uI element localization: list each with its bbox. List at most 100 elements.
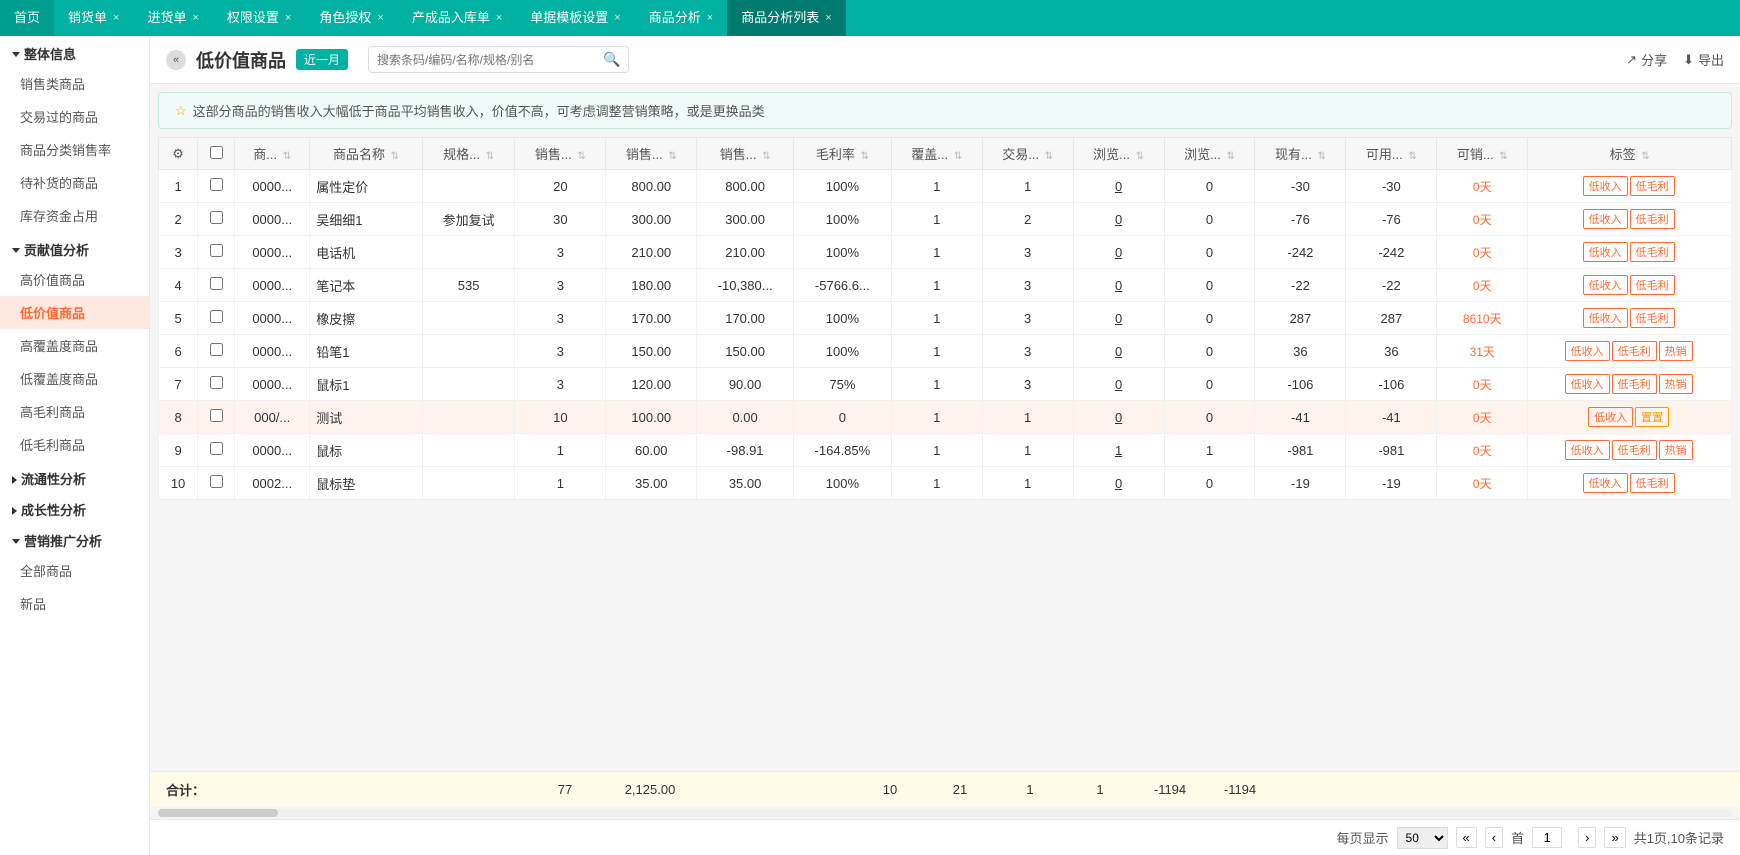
browse-link[interactable]: 0 (1115, 377, 1122, 392)
cell-check[interactable] (198, 335, 235, 368)
browse-link[interactable]: 0 (1115, 344, 1122, 359)
browse-link[interactable]: 0 (1115, 476, 1122, 491)
col-tag[interactable]: 标签 ⇅ (1528, 138, 1732, 170)
cell-check[interactable] (198, 203, 235, 236)
cell-check[interactable] (198, 467, 235, 500)
cell-check[interactable] (198, 434, 235, 467)
sidebar-item-sales-products[interactable]: 销售类商品 (0, 67, 149, 100)
cell-check[interactable] (198, 302, 235, 335)
browse-link[interactable]: 0 (1115, 179, 1122, 194)
cell-browse1[interactable]: 0 (1073, 335, 1164, 368)
row-checkbox[interactable] (210, 310, 223, 323)
nav-permission[interactable]: 权限设置 × (213, 0, 305, 36)
nav-sales-order[interactable]: 销货单 × (54, 0, 133, 36)
sidebar-item-restock-needed[interactable]: 待补货的商品 (0, 166, 149, 199)
sidebar-group-circulation[interactable]: 流通性分析 (0, 461, 149, 492)
nav-purchase-order[interactable]: 进货单 × (133, 0, 212, 36)
col-code[interactable]: 商... ⇅ (235, 138, 310, 170)
col-sale-amt[interactable]: 销售... ⇅ (606, 138, 697, 170)
col-available[interactable]: 可用... ⇅ (1346, 138, 1437, 170)
browse-link[interactable]: 1 (1115, 443, 1122, 458)
search-input[interactable] (377, 53, 597, 67)
close-icon[interactable]: × (192, 0, 198, 36)
col-trade[interactable]: 交易... ⇅ (982, 138, 1073, 170)
first-page-button[interactable]: « (1456, 827, 1477, 848)
row-checkbox[interactable] (210, 376, 223, 389)
cell-check[interactable] (198, 170, 235, 203)
col-sale-profit[interactable]: 销售... ⇅ (697, 138, 794, 170)
table-container[interactable]: ⚙ 商... ⇅ 商品名称 ⇅ 规格... ⇅ 销售... ⇅ 销售... ⇅ … (150, 137, 1740, 771)
last-page-button[interactable]: » (1604, 827, 1625, 848)
sidebar-item-traded-products[interactable]: 交易过的商品 (0, 100, 149, 133)
sidebar-group-contribution[interactable]: 贡献值分析 (0, 232, 149, 263)
select-all-checkbox[interactable] (210, 146, 223, 159)
row-checkbox[interactable] (210, 178, 223, 191)
sidebar-item-all-products[interactable]: 全部商品 (0, 554, 149, 587)
close-icon[interactable]: × (825, 0, 831, 36)
close-icon[interactable]: × (377, 0, 383, 36)
col-gross-rate[interactable]: 毛利率 ⇅ (793, 138, 891, 170)
sidebar-item-low-value[interactable]: 低价值商品 (0, 296, 149, 329)
row-checkbox[interactable] (210, 277, 223, 290)
sidebar-group-marketing[interactable]: 营销推广分析 (0, 523, 149, 554)
cell-browse1[interactable]: 0 (1073, 368, 1164, 401)
row-checkbox[interactable] (210, 211, 223, 224)
sidebar-group-growth[interactable]: 成长性分析 (0, 492, 149, 523)
sidebar-item-new-products[interactable]: 新品 (0, 587, 149, 620)
nav-role-auth[interactable]: 角色授权 × (305, 0, 397, 36)
col-cover[interactable]: 覆盖... ⇅ (891, 138, 982, 170)
share-button[interactable]: ↗ 分享 (1626, 50, 1667, 69)
close-icon[interactable]: × (614, 0, 620, 36)
nav-product-analysis[interactable]: 商品分析 × (635, 0, 727, 36)
col-settings[interactable]: ⚙ (159, 138, 198, 170)
cell-check[interactable] (198, 368, 235, 401)
col-saleable[interactable]: 可销... ⇅ (1437, 138, 1528, 170)
export-button[interactable]: ⬇ 导出 (1683, 50, 1724, 69)
browse-link[interactable]: 0 (1115, 311, 1122, 326)
prev-page-button[interactable]: ‹ (1485, 827, 1503, 848)
row-checkbox[interactable] (210, 343, 223, 356)
page-size-select[interactable]: 50 100 200 (1397, 827, 1448, 849)
col-checkbox[interactable] (198, 138, 235, 170)
cell-check[interactable] (198, 236, 235, 269)
browse-link[interactable]: 0 (1115, 212, 1122, 227)
cell-check[interactable] (198, 269, 235, 302)
nav-product-inbound[interactable]: 产成品入库单 × (398, 0, 516, 36)
close-icon[interactable]: × (707, 0, 713, 36)
cell-browse1[interactable]: 0 (1073, 302, 1164, 335)
time-badge[interactable]: 近一月 (296, 49, 348, 70)
sidebar-item-inventory-capital[interactable]: 库存资金占用 (0, 199, 149, 232)
close-icon[interactable]: × (113, 0, 119, 36)
sidebar-item-low-coverage[interactable]: 低覆盖度商品 (0, 362, 149, 395)
col-browse2[interactable]: 浏览... ⇅ (1164, 138, 1255, 170)
cell-browse1[interactable]: 0 (1073, 203, 1164, 236)
page-number-input[interactable] (1532, 827, 1562, 848)
row-checkbox[interactable] (210, 475, 223, 488)
col-current[interactable]: 现有... ⇅ (1255, 138, 1346, 170)
sidebar-item-low-profit[interactable]: 低毛利商品 (0, 428, 149, 461)
row-checkbox[interactable] (210, 409, 223, 422)
sidebar-item-high-value[interactable]: 高价值商品 (0, 263, 149, 296)
row-checkbox[interactable] (210, 442, 223, 455)
browse-link[interactable]: 0 (1115, 278, 1122, 293)
col-spec[interactable]: 规格... ⇅ (422, 138, 515, 170)
cell-browse1[interactable]: 0 (1073, 269, 1164, 302)
horizontal-scrollbar[interactable] (158, 809, 278, 817)
col-sale-qty[interactable]: 销售... ⇅ (515, 138, 606, 170)
nav-home[interactable]: 首页 (0, 0, 54, 36)
cell-browse1[interactable]: 0 (1073, 401, 1164, 434)
sidebar-group-overall[interactable]: 整体信息 (0, 36, 149, 67)
sidebar-item-category-sales-rate[interactable]: 商品分类销售率 (0, 133, 149, 166)
search-icon[interactable]: 🔍 (603, 51, 620, 68)
collapse-sidebar-button[interactable]: « (166, 50, 186, 70)
cell-check[interactable] (198, 401, 235, 434)
row-checkbox[interactable] (210, 244, 223, 257)
close-icon[interactable]: × (285, 0, 291, 36)
col-name[interactable]: 商品名称 ⇅ (310, 138, 423, 170)
col-browse1[interactable]: 浏览... ⇅ (1073, 138, 1164, 170)
cell-browse1[interactable]: 0 (1073, 170, 1164, 203)
browse-link[interactable]: 0 (1115, 410, 1122, 425)
cell-browse1[interactable]: 0 (1073, 236, 1164, 269)
cell-browse1[interactable]: 1 (1073, 434, 1164, 467)
sidebar-item-high-profit[interactable]: 高毛利商品 (0, 395, 149, 428)
